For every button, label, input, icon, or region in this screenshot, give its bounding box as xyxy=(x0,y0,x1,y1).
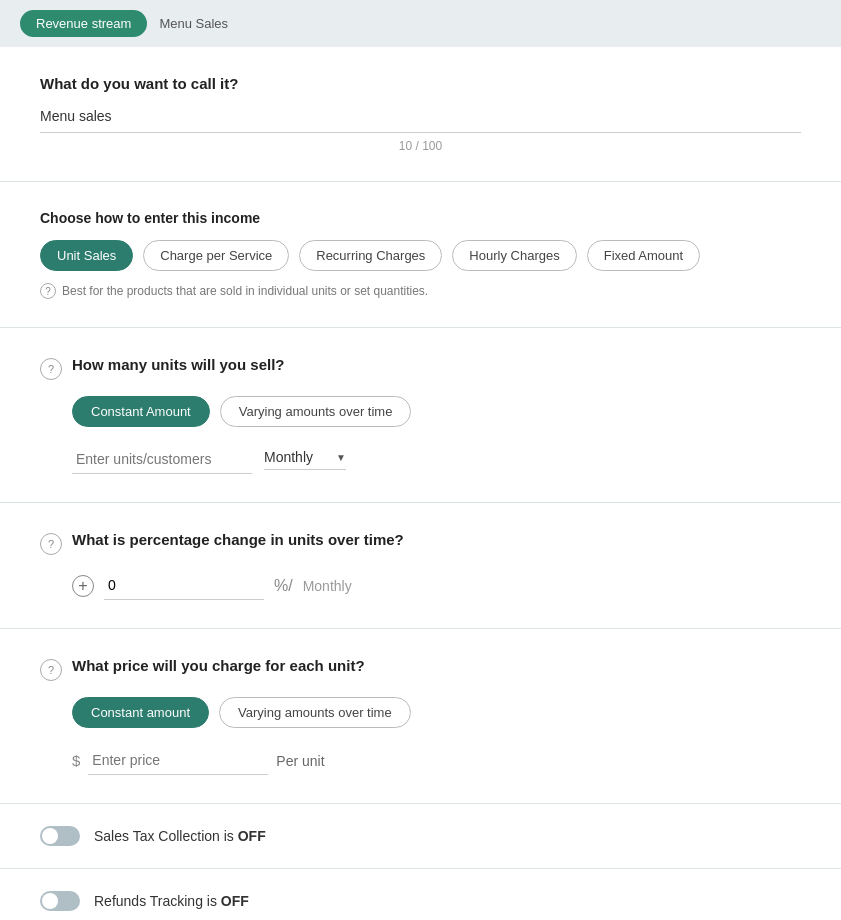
dollar-sign-icon: $ xyxy=(72,752,80,769)
percentage-section: ? What is percentage change in units ove… xyxy=(0,503,841,629)
refunds-section: Refunds Tracking is OFF xyxy=(0,869,841,920)
sales-tax-toggle[interactable] xyxy=(40,826,80,846)
price-constant-btn[interactable]: Constant amount xyxy=(72,697,209,728)
income-section: Choose how to enter this income Unit Sal… xyxy=(0,182,841,328)
price-section: ? What price will you charge for each un… xyxy=(0,629,841,804)
income-hint-row: ? Best for the products that are sold in… xyxy=(40,283,801,299)
income-toggle-group: Unit Sales Charge per Service Recurring … xyxy=(40,240,801,271)
fixed-amount-btn[interactable]: Fixed Amount xyxy=(587,240,701,271)
units-input-row: Monthly Weekly Yearly ▼ xyxy=(72,445,801,474)
percent-row: + %/ Monthly xyxy=(72,571,801,600)
breadcrumb: Menu Sales xyxy=(159,16,228,31)
hint-icon: ? xyxy=(40,283,56,299)
unit-sales-btn[interactable]: Unit Sales xyxy=(40,240,133,271)
units-question-row: ? How many units will you sell? xyxy=(40,356,801,380)
percentage-question-text: What is percentage change in units over … xyxy=(72,531,404,548)
units-question-icon: ? xyxy=(40,358,62,380)
refunds-slider xyxy=(40,891,80,911)
percent-symbol: %/ xyxy=(274,577,293,595)
refunds-label: Refunds Tracking is OFF xyxy=(94,893,249,909)
recurring-charges-btn[interactable]: Recurring Charges xyxy=(299,240,442,271)
percent-input[interactable] xyxy=(104,571,264,600)
units-constant-btn[interactable]: Constant Amount xyxy=(72,396,210,427)
char-count: 10 / 100 xyxy=(40,139,801,153)
name-input[interactable] xyxy=(40,104,801,128)
units-section: ? How many units will you sell? Constant… xyxy=(0,328,841,503)
revenue-stream-tab[interactable]: Revenue stream xyxy=(20,10,147,37)
plus-circle-icon[interactable]: + xyxy=(72,575,94,597)
price-input[interactable] xyxy=(88,746,268,775)
price-amount-toggle-group: Constant amount Varying amounts over tim… xyxy=(72,697,801,728)
units-input[interactable] xyxy=(72,445,252,474)
name-section-title: What do you want to call it? xyxy=(40,75,801,92)
price-varying-btn[interactable]: Varying amounts over time xyxy=(219,697,411,728)
charge-per-service-btn[interactable]: Charge per Service xyxy=(143,240,289,271)
chevron-down-icon: ▼ xyxy=(336,452,346,463)
income-label: Choose how to enter this income xyxy=(40,210,801,226)
period-select[interactable]: Monthly Weekly Yearly xyxy=(264,449,332,465)
units-question-text: How many units will you sell? xyxy=(72,356,285,373)
period-select-wrap[interactable]: Monthly Weekly Yearly ▼ xyxy=(264,449,346,470)
percentage-question-icon: ? xyxy=(40,533,62,555)
units-varying-btn[interactable]: Varying amounts over time xyxy=(220,396,412,427)
sales-tax-slider xyxy=(40,826,80,846)
price-input-row: $ Per unit xyxy=(72,746,801,775)
refunds-toggle[interactable] xyxy=(40,891,80,911)
units-amount-toggle-group: Constant Amount Varying amounts over tim… xyxy=(72,396,801,427)
hourly-charges-btn[interactable]: Hourly Charges xyxy=(452,240,576,271)
sales-tax-label: Sales Tax Collection is OFF xyxy=(94,828,266,844)
sales-tax-section: Sales Tax Collection is OFF xyxy=(0,804,841,869)
percent-period-label: Monthly xyxy=(303,578,352,594)
price-question-icon: ? xyxy=(40,659,62,681)
per-unit-label: Per unit xyxy=(276,753,324,769)
name-section: What do you want to call it? 10 / 100 xyxy=(0,47,841,182)
price-question-row: ? What price will you charge for each un… xyxy=(40,657,801,681)
percentage-question-row: ? What is percentage change in units ove… xyxy=(40,531,801,555)
income-hint-text: Best for the products that are sold in i… xyxy=(62,284,428,298)
price-question-text: What price will you charge for each unit… xyxy=(72,657,365,674)
top-nav: Revenue stream Menu Sales xyxy=(0,0,841,47)
